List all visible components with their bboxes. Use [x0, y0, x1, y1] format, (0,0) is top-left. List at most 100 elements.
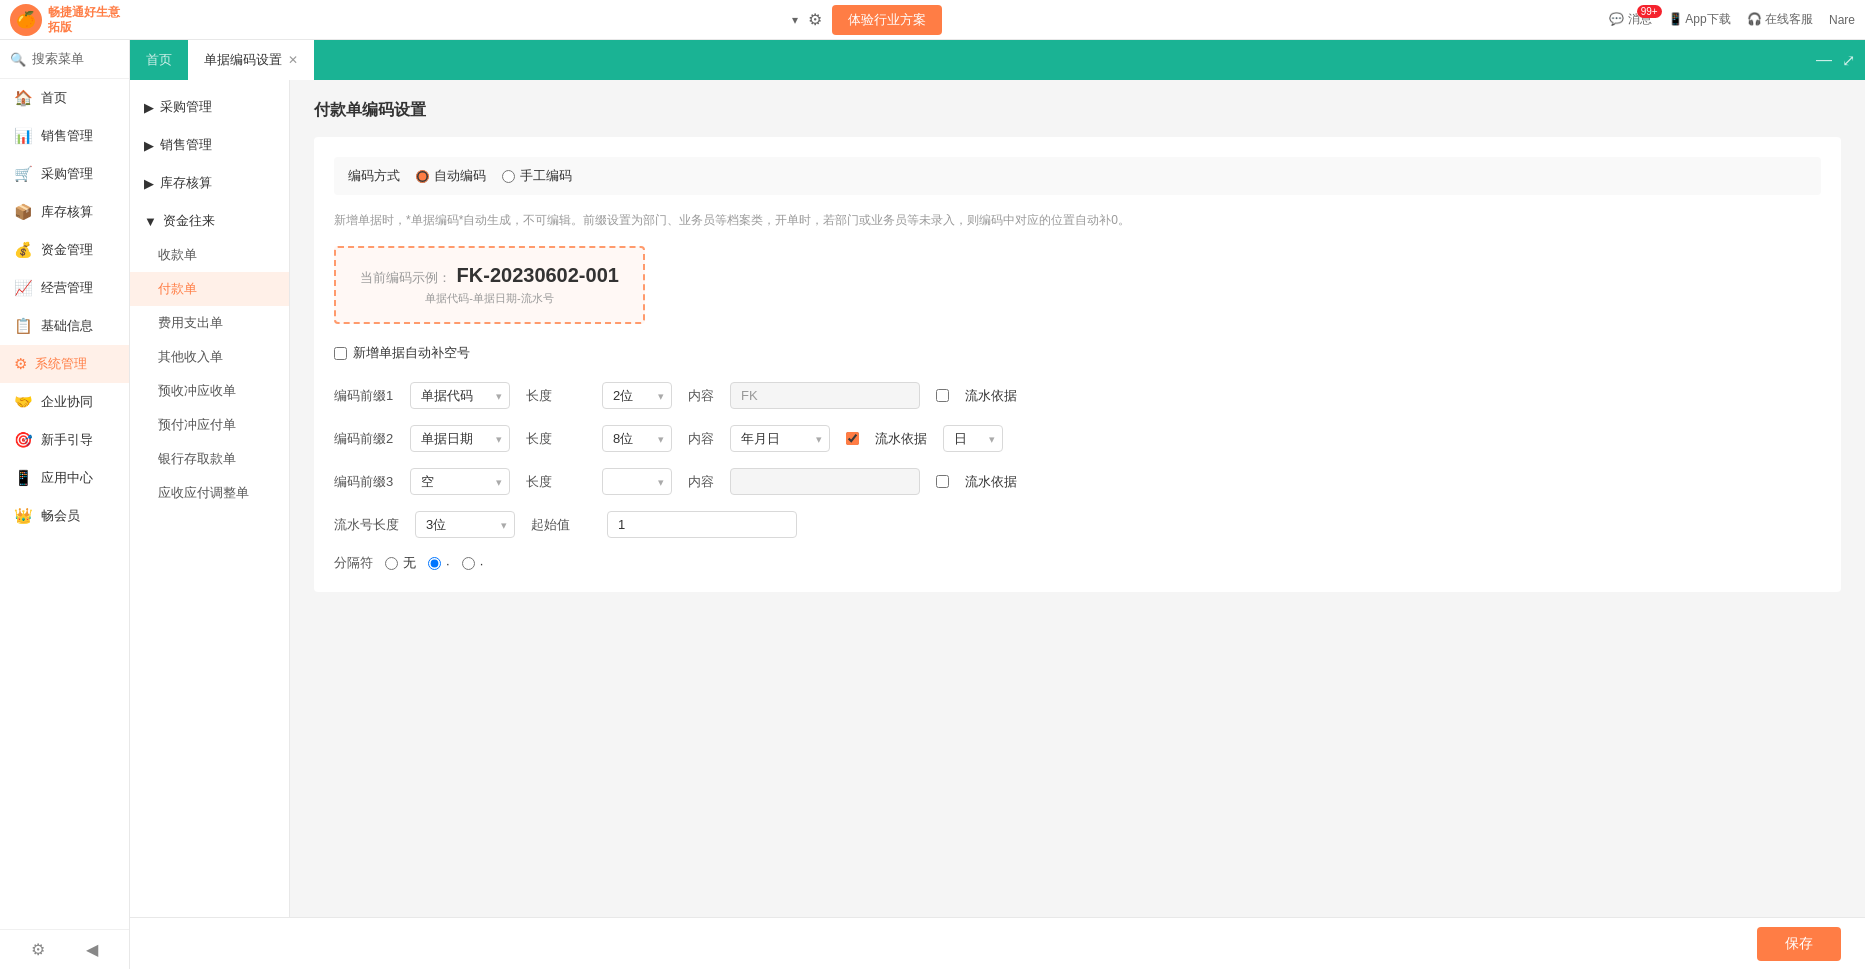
system-icon: ⚙	[14, 355, 27, 373]
sidebar-item-guide[interactable]: 🎯 新手引导	[0, 421, 129, 459]
auto-encoding-option[interactable]: 自动编码	[416, 167, 486, 185]
sales-icon: 📊	[14, 127, 33, 145]
flow3-label: 流水依据	[965, 473, 1017, 491]
sub-sidebar-group-inventory: ▶ 库存核算	[130, 166, 289, 200]
length3-select-wrapper	[602, 468, 672, 495]
separator-none-option[interactable]: 无	[385, 554, 416, 572]
sub-sidebar-item-bank[interactable]: 银行存取款单	[130, 442, 289, 476]
manual-encoding-radio[interactable]	[502, 170, 515, 183]
sidebar-item-vip[interactable]: 👑 畅会员	[0, 497, 129, 535]
sub-sidebar-item-payment[interactable]: 付款单	[130, 272, 289, 306]
sidebar-item-app-center[interactable]: 📱 应用中心	[0, 459, 129, 497]
tab-nav-right: — ⤢	[1816, 51, 1865, 70]
separator-none-radio[interactable]	[385, 557, 398, 570]
save-button[interactable]: 保存	[1757, 927, 1841, 961]
flow2-unit-select[interactable]: 日	[943, 425, 1003, 452]
tab-settings[interactable]: 单据编码设置 ✕	[188, 40, 314, 80]
user-info[interactable]: Nare	[1829, 13, 1855, 27]
prefix3-select[interactable]: 空	[410, 468, 510, 495]
sub-sidebar-item-receipt[interactable]: 收款单	[130, 238, 289, 272]
start-value-input[interactable]	[607, 511, 797, 538]
flow2-checkbox[interactable]	[846, 432, 859, 445]
flow1-checkbox[interactable]	[936, 389, 949, 402]
separator-dot-label: ·	[446, 556, 450, 571]
sidebar-search[interactable]: 🔍 搜索菜单	[0, 40, 129, 79]
maximize-button[interactable]: ⤢	[1842, 51, 1855, 70]
sidebar-item-label: 首页	[41, 89, 67, 107]
start-value-label: 起始值	[531, 516, 591, 534]
separator-dot2-radio[interactable]	[462, 557, 475, 570]
sidebar-settings-button[interactable]: ⚙	[31, 940, 45, 959]
sidebar-item-purchase[interactable]: 🛒 采购管理	[0, 155, 129, 193]
length2-select[interactable]: 8位	[602, 425, 672, 452]
message-badge[interactable]: 💬 消息 99+	[1609, 11, 1651, 28]
prefix1-select[interactable]: 单据代码	[410, 382, 510, 409]
user-name: Nare	[1829, 13, 1855, 27]
sidebar-item-inventory[interactable]: 📦 库存核算	[0, 193, 129, 231]
prefix2-select[interactable]: 单据日期	[410, 425, 510, 452]
sidebar-item-home[interactable]: 🏠 首页	[0, 79, 129, 117]
sidebar-item-system[interactable]: ⚙ 系统管理	[0, 345, 129, 383]
prefix2-label: 编码前缀2	[334, 430, 394, 448]
online-service-link[interactable]: 🎧 在线客服	[1747, 11, 1813, 28]
prefix-row-1: 编码前缀1 单据代码 长度 2位 内容 流水依据	[334, 382, 1821, 409]
serial-row: 流水号长度 3位 起始值	[334, 511, 1821, 538]
sidebar-item-sales[interactable]: 📊 销售管理	[0, 117, 129, 155]
auto-fill-checkbox[interactable]	[334, 347, 347, 360]
separator-dot2-label: ·	[480, 556, 484, 571]
arrow-right-icon: ▶	[144, 138, 154, 153]
encoding-method-row: 编码方式 自动编码 手工编码	[334, 157, 1821, 195]
serial-length-select[interactable]: 3位	[415, 511, 515, 538]
sub-sidebar-item-adjust[interactable]: 应收应付调整单	[130, 476, 289, 510]
content1-input	[730, 382, 920, 409]
separator-dot-option[interactable]: ·	[428, 556, 450, 571]
separator-dot2-option[interactable]: ·	[462, 556, 484, 571]
sales-group-label: 销售管理	[160, 136, 212, 154]
sidebar-item-label: 库存核算	[41, 203, 93, 221]
sidebar-item-label: 基础信息	[41, 317, 93, 335]
tab-home[interactable]: 首页	[130, 40, 188, 80]
dropdown-button[interactable]: ▾	[788, 13, 798, 27]
chevron-down-icon: ▾	[792, 13, 798, 27]
home-tab-label: 首页	[146, 51, 172, 69]
separator-dot-radio[interactable]	[428, 557, 441, 570]
manual-encoding-option[interactable]: 手工编码	[502, 167, 572, 185]
arrow-right-icon: ▶	[144, 176, 154, 191]
sub-sidebar-item-prepay-receivable[interactable]: 预收冲应收单	[130, 374, 289, 408]
prefix3-label: 编码前缀3	[334, 473, 394, 491]
sidebar-item-operations[interactable]: 📈 经营管理	[0, 269, 129, 307]
sub-sidebar-capital-title[interactable]: ▼ 资金往来	[130, 204, 289, 238]
tab-close-icon[interactable]: ✕	[288, 53, 298, 67]
minimize-button[interactable]: —	[1816, 51, 1832, 69]
prefix-row-2: 编码前缀2 单据日期 长度 8位 内容 年月日	[334, 425, 1821, 452]
separator-label: 分隔符	[334, 554, 373, 572]
inventory-icon: 📦	[14, 203, 33, 221]
sidebar-item-finance[interactable]: 💰 资金管理	[0, 231, 129, 269]
separator-radio-group: 无 · ·	[385, 554, 483, 572]
auto-fill-row: 新增单据自动补空号	[334, 344, 1821, 362]
sidebar-item-cooperation[interactable]: 🤝 企业协同	[0, 383, 129, 421]
sidebar-item-basic-info[interactable]: 📋 基础信息	[0, 307, 129, 345]
tab-nav: 首页 单据编码设置 ✕ — ⤢	[130, 40, 1865, 80]
sub-sidebar-item-other-income[interactable]: 其他收入单	[130, 340, 289, 374]
gear-button[interactable]: ⚙	[808, 10, 822, 29]
app-download-link[interactable]: 📱 App下载	[1668, 11, 1731, 28]
content2-select[interactable]: 年月日	[730, 425, 830, 452]
auto-encoding-radio[interactable]	[416, 170, 429, 183]
main-content: ▶ 采购管理 ▶ 销售管理 ▶ 库存核算 ▼ 资金往来 收款单 付款单 费用支出…	[130, 80, 1865, 969]
sub-sidebar-sales-title[interactable]: ▶ 销售管理	[130, 128, 289, 162]
cooperation-icon: 🤝	[14, 393, 33, 411]
length3-select[interactable]	[602, 468, 672, 495]
sub-sidebar-item-expense[interactable]: 费用支出单	[130, 306, 289, 340]
sub-sidebar: ▶ 采购管理 ▶ 销售管理 ▶ 库存核算 ▼ 资金往来 收款单 付款单 费用支出…	[130, 80, 290, 969]
length1-select[interactable]: 2位	[602, 382, 672, 409]
sub-sidebar-inventory-title[interactable]: ▶ 库存核算	[130, 166, 289, 200]
trial-button[interactable]: 体验行业方案	[832, 5, 942, 35]
flow3-checkbox[interactable]	[936, 475, 949, 488]
auto-fill-label: 新增单据自动补空号	[353, 344, 470, 362]
search-icon: 🔍	[10, 52, 26, 67]
sidebar-collapse-button[interactable]: ◀	[86, 940, 98, 959]
home-icon: 🏠	[14, 89, 33, 107]
sub-sidebar-item-prepay-payable[interactable]: 预付冲应付单	[130, 408, 289, 442]
sub-sidebar-purchase-title[interactable]: ▶ 采购管理	[130, 90, 289, 124]
